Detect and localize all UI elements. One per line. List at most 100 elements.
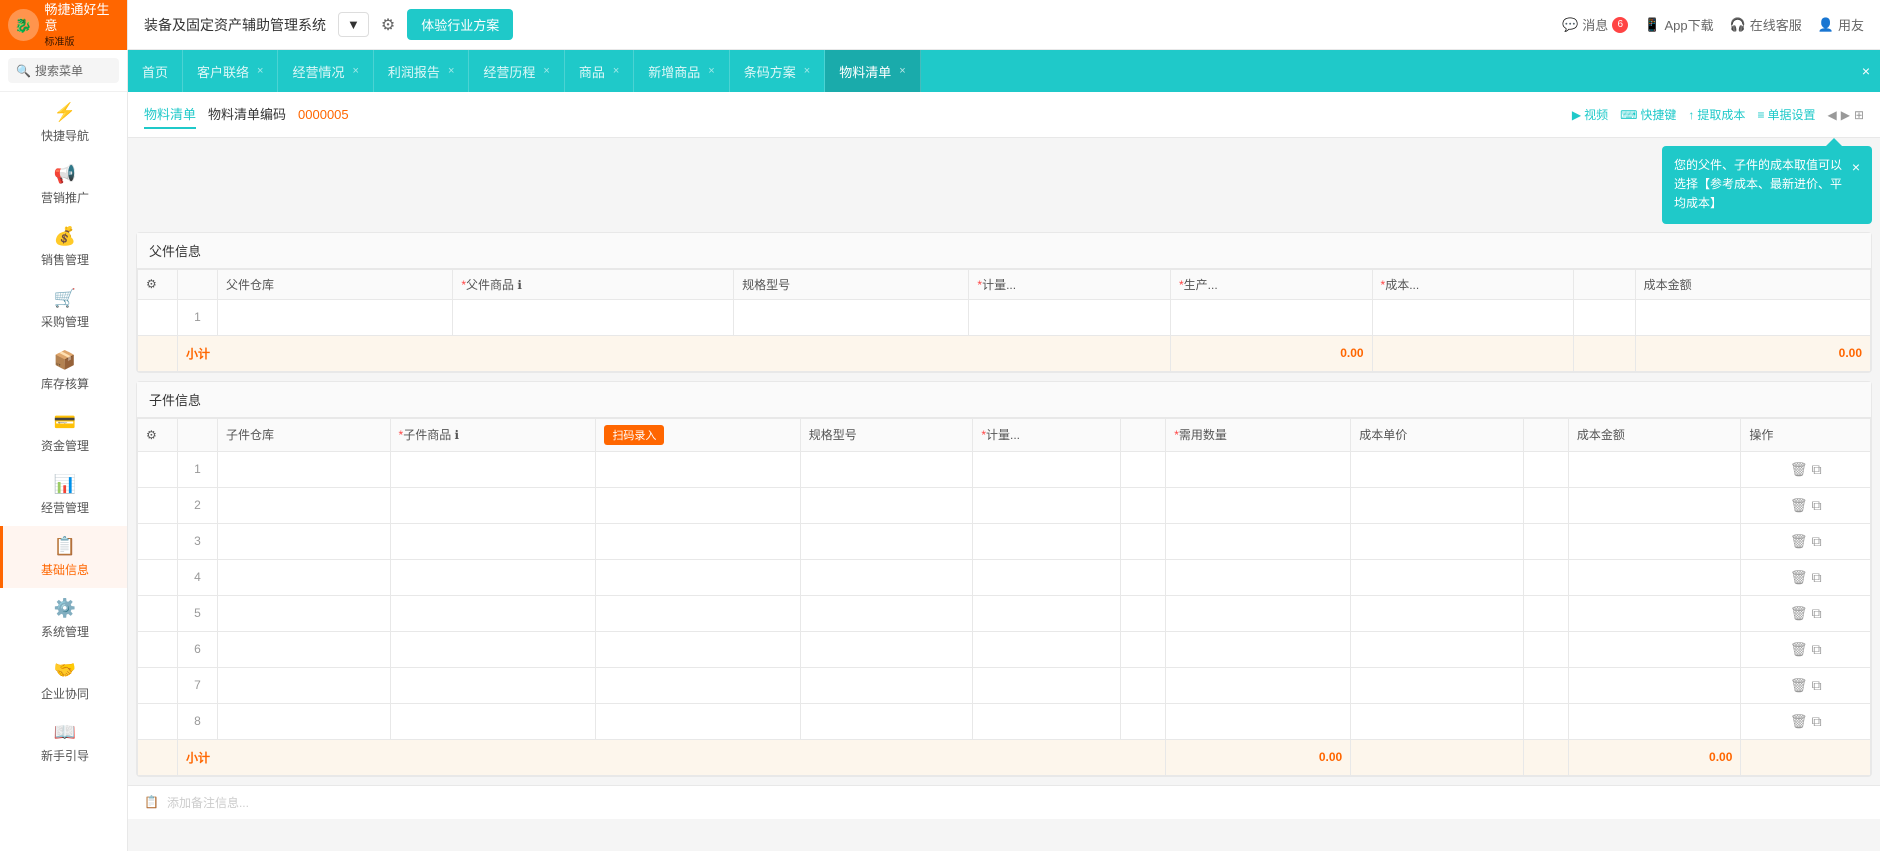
copy-icon[interactable]: ⧉ xyxy=(1812,713,1822,730)
tab-goods[interactable]: 商品 × xyxy=(565,50,634,92)
cell-spec-child[interactable] xyxy=(800,703,973,739)
tab-customer[interactable]: 客户联络 × xyxy=(183,50,278,92)
delete-icon[interactable]: 🗑 xyxy=(1790,677,1808,694)
cell-unit-cost-child[interactable] xyxy=(1351,559,1524,595)
tab-home[interactable]: 首页 xyxy=(128,50,183,92)
cell-product-child[interactable] xyxy=(390,523,596,559)
sidebar-item-quick[interactable]: ⚡ 快捷导航 xyxy=(0,92,127,154)
cell-product-child[interactable] xyxy=(390,451,596,487)
tab-barcode-close[interactable]: × xyxy=(804,65,810,77)
cell-qty-child[interactable] xyxy=(1166,523,1351,559)
cell-unit-cost-child[interactable] xyxy=(1351,703,1524,739)
close-all-button[interactable]: × xyxy=(1852,50,1880,92)
cell-spec-child[interactable] xyxy=(800,523,973,559)
message-button[interactable]: 💬 消息 6 xyxy=(1562,15,1628,34)
cell-qty-child[interactable] xyxy=(1166,703,1351,739)
cell-unit-cost-child[interactable] xyxy=(1351,631,1524,667)
cell-spec-child[interactable] xyxy=(800,451,973,487)
cell-product-parent[interactable] xyxy=(453,299,734,335)
search-area[interactable]: 🔍 搜索菜单 xyxy=(0,50,127,92)
copy-icon[interactable]: ⧉ xyxy=(1812,497,1822,514)
cell-qty-child[interactable] xyxy=(1166,667,1351,703)
copy-icon[interactable]: ⧉ xyxy=(1812,605,1822,622)
cell-product-child[interactable] xyxy=(390,595,596,631)
cell-qty-child[interactable] xyxy=(1166,487,1351,523)
cell-unit-child[interactable] xyxy=(973,523,1121,559)
cell-unit-cost-child[interactable] xyxy=(1351,595,1524,631)
cell-spec-child[interactable] xyxy=(800,631,973,667)
cell-unit-cost-child[interactable] xyxy=(1351,451,1524,487)
cell-warehouse-child[interactable] xyxy=(218,631,391,667)
sidebar-item-cooperation[interactable]: 🤝 企业协同 xyxy=(0,650,127,712)
sidebar-item-purchase[interactable]: 🛒 采购管理 xyxy=(0,278,127,340)
tab-bom-close[interactable]: × xyxy=(899,65,905,77)
tab-profit-close[interactable]: × xyxy=(448,65,454,77)
sidebar-item-guide[interactable]: 📖 新手引导 xyxy=(0,712,127,774)
cell-spec-child[interactable] xyxy=(800,559,973,595)
extract-cost-button[interactable]: ↑ 提取成本 xyxy=(1688,106,1745,123)
cell-warehouse-child[interactable] xyxy=(218,451,391,487)
cell-warehouse-child[interactable] xyxy=(218,487,391,523)
copy-icon[interactable]: ⧉ xyxy=(1812,641,1822,658)
cell-unit-child[interactable] xyxy=(973,703,1121,739)
nav-next-icon[interactable]: ▶ xyxy=(1841,108,1850,122)
tab-new-goods[interactable]: 新增商品 × xyxy=(634,50,729,92)
delete-icon[interactable]: 🗑 xyxy=(1790,533,1808,550)
copy-icon[interactable]: ⧉ xyxy=(1812,461,1822,478)
cell-qty-child[interactable] xyxy=(1166,451,1351,487)
app-download-button[interactable]: 📱 App下载 xyxy=(1644,15,1713,34)
cell-cost-parent[interactable] xyxy=(1372,299,1574,335)
cell-warehouse-child[interactable] xyxy=(218,703,391,739)
copy-icon[interactable]: ⧉ xyxy=(1812,677,1822,694)
video-button[interactable]: ▶ 视频 xyxy=(1572,106,1608,123)
cell-qty-child[interactable] xyxy=(1166,631,1351,667)
cell-spec-child[interactable] xyxy=(800,595,973,631)
delete-icon[interactable]: 🗑 xyxy=(1790,605,1808,622)
sidebar-item-operations[interactable]: 📊 经营管理 xyxy=(0,464,127,526)
cell-product-child[interactable] xyxy=(390,487,596,523)
cell-qty-child[interactable] xyxy=(1166,595,1351,631)
cell-prod-parent[interactable] xyxy=(1170,299,1372,335)
tooltip-close-button[interactable]: × xyxy=(1852,156,1860,178)
cell-unit-child[interactable] xyxy=(973,631,1121,667)
tab-customer-close[interactable]: × xyxy=(257,65,263,77)
bill-settings-button[interactable]: ≡ 单据设置 xyxy=(1757,106,1815,123)
col-settings-parent[interactable]: ⚙ xyxy=(138,269,178,299)
delete-icon[interactable]: 🗑 xyxy=(1790,497,1808,514)
sidebar-item-sales[interactable]: 💰 销售管理 xyxy=(0,216,127,278)
cell-product-child[interactable] xyxy=(390,559,596,595)
note-placeholder[interactable]: 添加备注信息... xyxy=(167,794,249,811)
cell-warehouse-child[interactable] xyxy=(218,667,391,703)
cell-unit-child[interactable] xyxy=(973,667,1121,703)
delete-icon[interactable]: 🗑 xyxy=(1790,569,1808,586)
cell-warehouse-parent[interactable] xyxy=(218,299,453,335)
tab-history[interactable]: 经营历程 × xyxy=(469,50,564,92)
sidebar-item-basic[interactable]: 📋 基础信息 xyxy=(0,526,127,588)
sidebar-item-system[interactable]: ⚙️ 系统管理 xyxy=(0,588,127,650)
user-button[interactable]: 👤 用友 xyxy=(1818,15,1864,34)
scan-button[interactable]: 扫码录入 xyxy=(604,425,664,445)
tab-barcode[interactable]: 条码方案 × xyxy=(730,50,825,92)
sidebar-item-marketing[interactable]: 📢 营销推广 xyxy=(0,154,127,216)
tab-operations[interactable]: 经营情况 × xyxy=(278,50,373,92)
tab-history-close[interactable]: × xyxy=(543,65,549,77)
cell-product-child[interactable] xyxy=(390,631,596,667)
cell-product-child[interactable] xyxy=(390,667,596,703)
trial-button[interactable]: 体验行业方案 xyxy=(407,9,513,40)
sidebar-item-finance[interactable]: 💳 资金管理 xyxy=(0,402,127,464)
cell-spec-parent[interactable] xyxy=(734,299,969,335)
online-service-button[interactable]: 🎧 在线客服 xyxy=(1730,15,1802,34)
tab-bom[interactable]: 物料清单 × xyxy=(825,50,920,92)
cell-warehouse-child[interactable] xyxy=(218,523,391,559)
cell-spec-child[interactable] xyxy=(800,667,973,703)
sub-tab-code[interactable]: 物料清单编码 xyxy=(208,100,286,129)
delete-icon[interactable]: 🗑 xyxy=(1790,713,1808,730)
cell-unit-child[interactable] xyxy=(973,451,1121,487)
tab-profit[interactable]: 利润报告 × xyxy=(374,50,469,92)
cell-warehouse-child[interactable] xyxy=(218,559,391,595)
tab-operations-close[interactable]: × xyxy=(352,65,358,77)
cell-unit-cost-child[interactable] xyxy=(1351,523,1524,559)
nav-prev-icon[interactable]: ◀ xyxy=(1827,108,1836,122)
cell-unit-parent[interactable] xyxy=(969,299,1171,335)
col-settings-child[interactable]: ⚙ xyxy=(138,418,178,451)
